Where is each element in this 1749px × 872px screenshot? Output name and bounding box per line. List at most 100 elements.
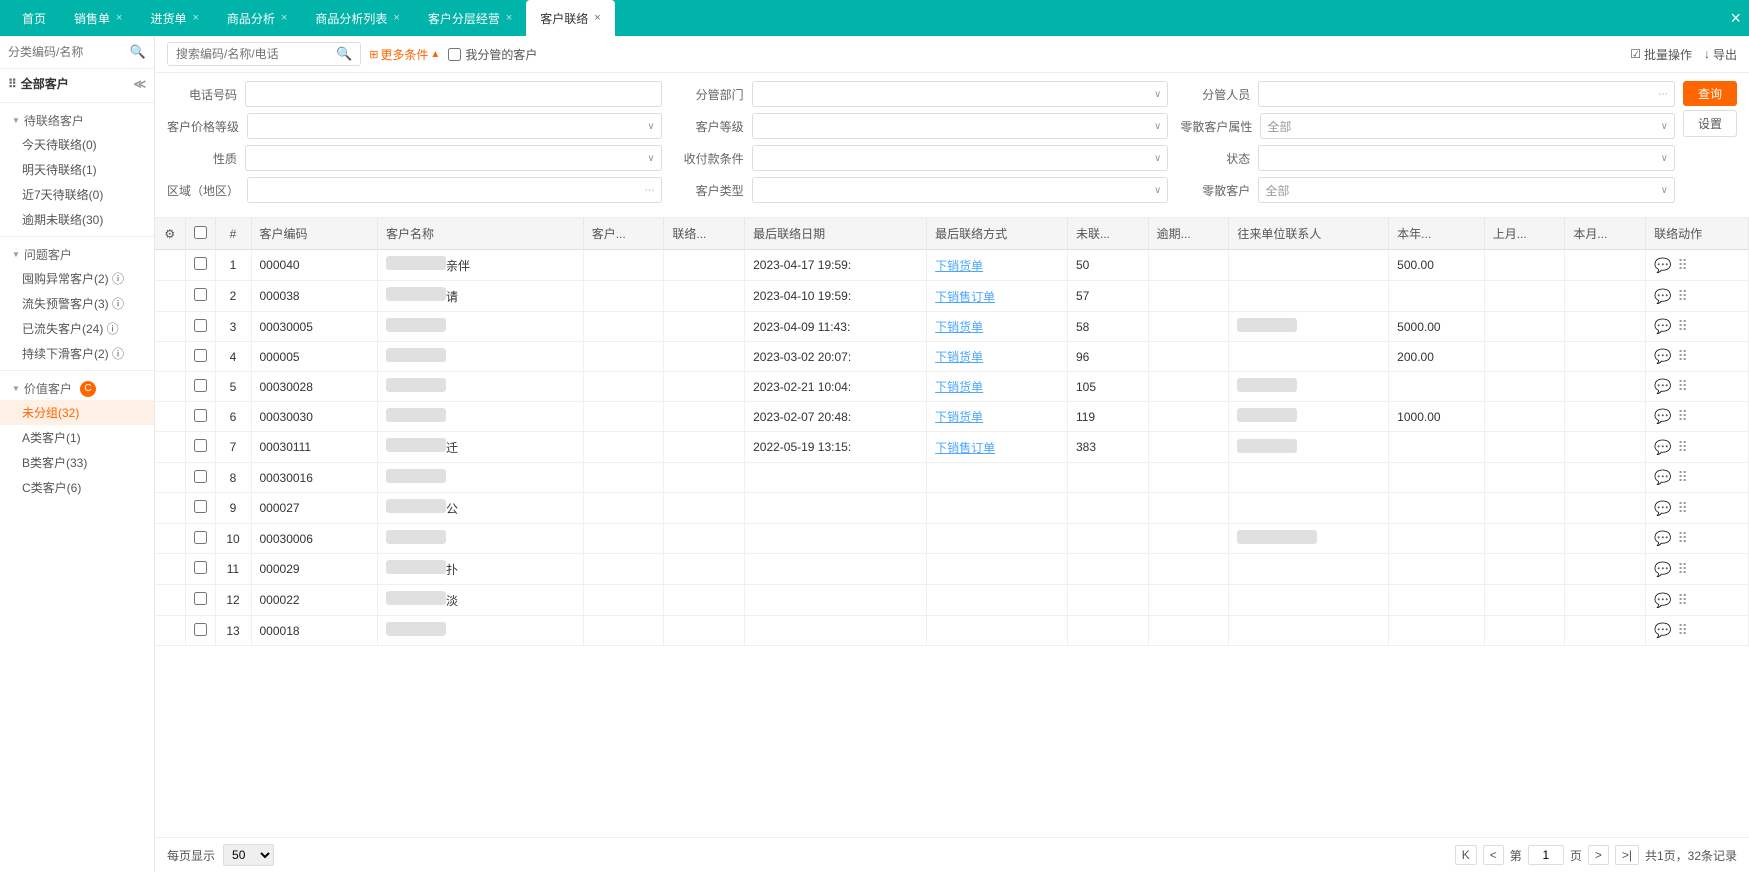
main-search-box[interactable]: 🔍: [167, 42, 361, 66]
row-chat-icon-11[interactable]: 💬: [1654, 592, 1671, 609]
row-chat-icon-7[interactable]: 💬: [1654, 469, 1671, 486]
row-check-8[interactable]: [185, 493, 215, 524]
prev-page-btn[interactable]: <: [1483, 845, 1504, 865]
row-grid-icon-3[interactable]: ⠿: [1678, 348, 1688, 365]
filter-phone-input[interactable]: [245, 81, 662, 107]
first-page-btn[interactable]: K: [1455, 845, 1477, 865]
sidebar-item-class-c[interactable]: C类客户(6): [0, 475, 154, 500]
col-overdue[interactable]: 逾期...: [1148, 218, 1229, 250]
tab-customer-contact[interactable]: 客户联络 ×: [526, 0, 614, 36]
row-last-method-0[interactable]: 下销货单: [927, 250, 1068, 281]
col-last-contact-method[interactable]: 最后联络方式: [927, 218, 1068, 250]
row-last-method-6[interactable]: 下销售订单: [927, 432, 1068, 463]
row-chat-icon-6[interactable]: 💬: [1654, 439, 1671, 456]
col-this-year[interactable]: 本年...: [1389, 218, 1485, 250]
tab-sales[interactable]: 销售单 ×: [60, 0, 136, 36]
col-no-contact-days[interactable]: 未联...: [1067, 218, 1148, 250]
col-check[interactable]: [185, 218, 215, 250]
tab-purchase[interactable]: 进货单 ×: [136, 0, 212, 36]
row-grid-icon-4[interactable]: ⠿: [1678, 378, 1688, 395]
row-check-9[interactable]: [185, 524, 215, 554]
tab-product-analysis[interactable]: 商品分析 ×: [213, 0, 301, 36]
sidebar-item-class-a[interactable]: A类客户(1): [0, 425, 154, 450]
tab-customer-segment[interactable]: 客户分层经营 ×: [414, 0, 526, 36]
sidebar-item-tomorrow[interactable]: 明天待联络(1): [0, 157, 154, 182]
filter-person-select[interactable]: ⋯: [1258, 81, 1675, 107]
filter-dept-select[interactable]: ∨: [752, 81, 1169, 107]
next-page-btn[interactable]: >: [1588, 845, 1609, 865]
col-settings[interactable]: ⚙: [155, 218, 185, 250]
row-chat-icon-9[interactable]: 💬: [1654, 530, 1671, 547]
row-check-3[interactable]: [185, 342, 215, 372]
filter-payment-select[interactable]: ∨: [752, 145, 1169, 171]
row-grid-icon-12[interactable]: ⠿: [1678, 622, 1688, 639]
filter-customer-level-select[interactable]: ∨: [752, 113, 1169, 139]
filter-price-level-select[interactable]: ∨: [247, 113, 662, 139]
sidebar-group-waiting[interactable]: ▼ 待联络客户: [0, 107, 154, 132]
row-check-1[interactable]: [185, 281, 215, 312]
close-purchase-icon[interactable]: ×: [192, 12, 198, 24]
sidebar-item-declining[interactable]: 持续下滑客户(2) ⓘ: [0, 341, 154, 366]
col-last-month[interactable]: 上月...: [1484, 218, 1565, 250]
row-last-method-1[interactable]: 下销售订单: [927, 281, 1068, 312]
my-customers-checkbox-container[interactable]: 我分管的客户: [448, 46, 537, 63]
row-grid-icon-5[interactable]: ⠿: [1678, 408, 1688, 425]
row-grid-icon-10[interactable]: ⠿: [1678, 561, 1688, 578]
row-chat-icon-8[interactable]: 💬: [1654, 500, 1671, 517]
sidebar-item-today[interactable]: 今天待联络(0): [0, 132, 154, 157]
row-grid-icon-2[interactable]: ⠿: [1678, 318, 1688, 335]
sidebar-item-churn-warning[interactable]: 流失预警客户(3) ⓘ: [0, 291, 154, 316]
row-check-6[interactable]: [185, 432, 215, 463]
row-chat-icon-12[interactable]: 💬: [1654, 622, 1671, 639]
row-check-0[interactable]: [185, 250, 215, 281]
sidebar-search-icon[interactable]: 🔍: [130, 44, 146, 60]
row-grid-icon-6[interactable]: ⠿: [1678, 439, 1688, 456]
sidebar-collapse-icon[interactable]: ≪: [133, 77, 146, 91]
row-check-4[interactable]: [185, 372, 215, 402]
close-product-analysis-icon[interactable]: ×: [281, 12, 287, 24]
last-page-btn[interactable]: >|: [1615, 845, 1639, 865]
tab-product-analysis-list[interactable]: 商品分析列表 ×: [301, 0, 413, 36]
row-chat-icon-2[interactable]: 💬: [1654, 318, 1671, 335]
close-sales-icon[interactable]: ×: [116, 12, 122, 24]
row-grid-icon-7[interactable]: ⠿: [1678, 469, 1688, 486]
row-last-method-5[interactable]: 下销货单: [927, 402, 1068, 432]
sidebar-item-overdue[interactable]: 逾期未联络(30): [0, 207, 154, 232]
row-grid-icon-11[interactable]: ⠿: [1678, 592, 1688, 609]
sidebar-search-box[interactable]: 🔍: [0, 36, 154, 69]
row-check-10[interactable]: [185, 554, 215, 585]
row-check-2[interactable]: [185, 312, 215, 342]
col-customer-code[interactable]: 客户编码: [251, 218, 378, 250]
filter-retail-customer-select[interactable]: 全部 ∨: [1258, 177, 1675, 203]
row-chat-icon-1[interactable]: 💬: [1654, 288, 1671, 305]
row-last-method-2[interactable]: 下销货单: [927, 312, 1068, 342]
close-customer-segment-icon[interactable]: ×: [506, 12, 512, 24]
row-check-12[interactable]: [185, 616, 215, 646]
sidebar-item-abnormal[interactable]: 囤购异常客户(2) ⓘ: [0, 266, 154, 291]
query-button[interactable]: 查询: [1683, 81, 1737, 106]
filter-nature-select[interactable]: ∨: [245, 145, 662, 171]
sidebar-group-problem[interactable]: ▼ 问题客户: [0, 241, 154, 266]
export-btn[interactable]: ↓ 导出: [1704, 46, 1737, 63]
sidebar-item-churned[interactable]: 已流失客户(24) ⓘ: [0, 316, 154, 341]
row-last-method-4[interactable]: 下销货单: [927, 372, 1068, 402]
col-contact-person[interactable]: 往来单位联系人: [1229, 218, 1389, 250]
col-customer-name[interactable]: 客户名称: [378, 218, 584, 250]
row-chat-icon-5[interactable]: 💬: [1654, 408, 1671, 425]
more-conditions-btn[interactable]: ⊞ 更多条件 ▲: [369, 46, 440, 63]
batch-operation-btn[interactable]: ☑ 批量操作: [1630, 46, 1692, 63]
sidebar-item-class-b[interactable]: B类客户(33): [0, 450, 154, 475]
row-chat-icon-0[interactable]: 💬: [1654, 257, 1671, 274]
page-size-select[interactable]: 50 100 200: [223, 844, 274, 866]
row-chat-icon-3[interactable]: 💬: [1654, 348, 1671, 365]
row-last-method-3[interactable]: 下销货单: [927, 342, 1068, 372]
row-chat-icon-10[interactable]: 💬: [1654, 561, 1671, 578]
row-grid-icon-8[interactable]: ⠿: [1678, 500, 1688, 517]
close-customer-contact-icon[interactable]: ×: [594, 12, 600, 24]
main-search-icon[interactable]: 🔍: [336, 46, 352, 62]
close-product-analysis-list-icon[interactable]: ×: [393, 12, 399, 24]
select-all-checkbox[interactable]: [194, 226, 207, 239]
page-number-input[interactable]: [1528, 845, 1564, 865]
row-grid-icon-9[interactable]: ⠿: [1678, 530, 1688, 547]
sidebar-item-7days[interactable]: 近7天待联络(0): [0, 182, 154, 207]
